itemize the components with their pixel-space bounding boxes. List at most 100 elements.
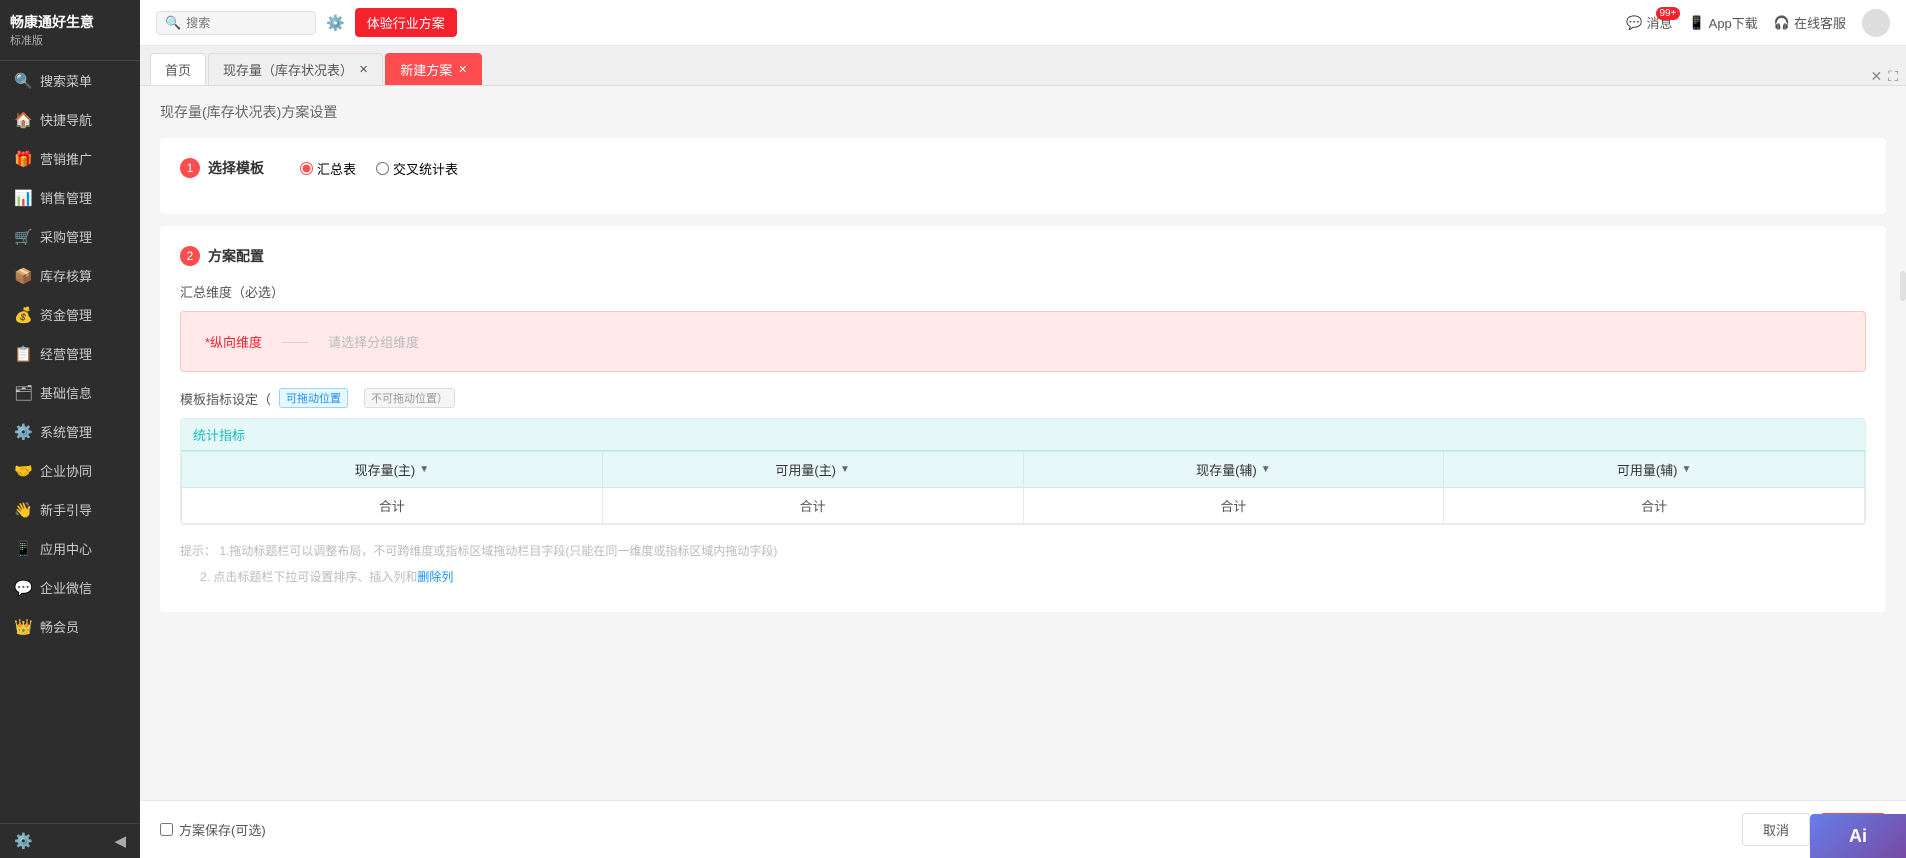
stats-header-row: 现存量(主)▼可用量(主)▼现存量(辅)▼可用量(辅)▼ [182,452,1865,488]
col-header-2[interactable]: 现存量(辅)▼ [1023,452,1444,488]
sidebar-icon-search: 🔍 [14,72,32,90]
inventory-tab-close[interactable]: ✕ [359,63,368,76]
trial-button[interactable]: 体验行业方案 [355,8,457,37]
collapse-icon[interactable]: ◀ [114,832,126,850]
sidebar-icon-system: ⚙️ [14,423,32,441]
tab-new-plan[interactable]: 新建方案 ✕ [385,53,482,85]
sidebar-icon-quick-nav: 🏠 [14,111,32,129]
sidebar-item-search[interactable]: 🔍 搜索菜单 [0,61,140,100]
section-config: 2 方案配置 汇总维度（必选） *纵向维度 —— 请选择分组维度 模板指标设定（… [160,226,1886,612]
tip1: 提示： 1.拖动标题栏可以调整布局，不可跨维度或指标区域拖动栏目字段(只能在同一… [180,541,1866,563]
search-icon: 🔍 [165,15,181,31]
col-header-1[interactable]: 可用量(主)▼ [602,452,1023,488]
tip2: 2. 点击标题栏下拉可设置排序、插入列和删除列 [180,567,1866,589]
indicator-label-text: 模板指标设定（ [180,389,271,408]
resize-handle[interactable] [1900,271,1906,301]
sidebar-label-purchase: 采购管理 [40,227,92,246]
messages-button[interactable]: 💬 消息 99+ [1626,13,1672,32]
tab-expand-icon[interactable]: ⛶ [1888,68,1898,85]
sidebar-logo: 畅康通好生意 标准版 [0,0,140,61]
sidebar-item-purchase[interactable]: 🛒 采购管理 [0,217,140,256]
dimension-row: *纵向维度 —— 请选择分组维度 [205,332,1841,351]
download-icon: 📱 [1688,15,1704,31]
sidebar-label-basic-info: 基础信息 [40,383,92,402]
online-support-link[interactable]: 🎧 在线客服 [1774,13,1846,32]
col-body-0: 合计 [182,488,603,524]
sidebar-item-quick-nav[interactable]: 🏠 快捷导航 [0,100,140,139]
new-plan-tab-close[interactable]: ✕ [458,63,467,76]
online-support-label: 在线客服 [1794,13,1846,32]
aggregate-label: 汇总维度（必选） [180,282,1866,301]
col-label-0: 现存量(主) [355,460,416,479]
tip1-text: 1.拖动标题栏可以调整布局，不可跨维度或指标区域拖动栏目字段(只能在同一维度或指… [219,544,777,558]
sidebar-label-cooperation: 企业协同 [40,461,92,480]
sidebar: 畅康通好生意 标准版 🔍 搜索菜单 🏠 快捷导航 🎁 营销推广 📊 销售管理 🛒… [0,0,140,858]
col-body-3: 合计 [1444,488,1865,524]
sidebar-label-new-guide: 新手引导 [40,500,92,519]
sidebar-item-new-guide[interactable]: 👋 新手引导 [0,490,140,529]
section2-number: 2 [180,246,200,266]
section2-title: 方案配置 [208,246,264,266]
dimension-box: *纵向维度 —— 请选择分组维度 [180,311,1866,372]
main-area: 🔍 ⚙️ 体验行业方案 💬 消息 99+ 📱 App下载 🎧 在线客服 [140,0,1906,858]
settings-icon[interactable]: ⚙️ [14,832,33,850]
sidebar-item-sales[interactable]: 📊 销售管理 [0,178,140,217]
cancel-button[interactable]: 取消 [1742,813,1810,846]
app-download-label: App下载 [1709,13,1758,32]
sidebar-label-wechat: 企业微信 [40,578,92,597]
section-template: 1 选择模板 汇总表 交叉统计表 [160,138,1886,214]
save-checkbox[interactable] [160,823,173,836]
user-avatar[interactable] [1862,9,1890,37]
message-icon: 💬 [1626,15,1642,31]
tab-home[interactable]: 首页 [150,53,206,85]
col-chevron-2[interactable]: ▼ [1261,464,1271,475]
search-box[interactable]: 🔍 [156,11,316,35]
dimension-label: *纵向维度 [205,332,262,351]
app-download-link[interactable]: 📱 App下载 [1688,13,1757,32]
col-chevron-3[interactable]: ▼ [1682,464,1692,475]
app-name: 畅康通好生意 [10,12,130,32]
section1-number: 1 [180,158,200,178]
col-header-3[interactable]: 可用量(辅)▼ [1444,452,1865,488]
sidebar-label-marketing: 营销推广 [40,149,92,168]
section1-title: 选择模板 [208,158,264,178]
sidebar-icon-sales: 📊 [14,189,32,207]
search-input[interactable] [186,16,306,30]
col-chevron-1[interactable]: ▼ [840,464,850,475]
topbar-settings-icon[interactable]: ⚙️ [326,14,345,32]
messages-badge: 99+ [1656,7,1681,20]
ai-float-button[interactable]: Ai [1810,814,1906,858]
sidebar-label-vip: 畅会员 [40,617,79,636]
sidebar-item-finance[interactable]: 💰 资金管理 [0,295,140,334]
sidebar-item-vip[interactable]: 👑 畅会员 [0,607,140,646]
sidebar-item-inventory[interactable]: 📦 库存核算 [0,256,140,295]
radio-cross-input[interactable] [376,162,389,175]
sidebar-icon-inventory: 📦 [14,267,32,285]
delete-col-link[interactable]: 删除列 [417,570,453,584]
radio-cross[interactable]: 交叉统计表 [376,159,458,178]
col-header-0[interactable]: 现存量(主)▼ [182,452,603,488]
bottom-bar: 方案保存(可选) 取消 查询 [140,800,1906,858]
radio-cross-label: 交叉统计表 [393,159,458,178]
col-chevron-0[interactable]: ▼ [419,464,429,475]
tab-close-all-icon[interactable]: ✕ [1870,68,1882,85]
sidebar-icon-management: 📋 [14,345,32,363]
sidebar-item-basic-info[interactable]: 🗂 基础信息 [0,373,140,412]
tab-inventory[interactable]: 现存量（库存状况表） ✕ [208,53,383,85]
top-bar-right: 💬 消息 99+ 📱 App下载 🎧 在线客服 [1626,9,1890,37]
sidebar-item-wechat[interactable]: 💬 企业微信 [0,568,140,607]
section1-header: 1 选择模板 汇总表 交叉统计表 [180,158,1866,178]
col-body-2: 合计 [1023,488,1444,524]
radio-summary[interactable]: 汇总表 [300,159,356,178]
radio-summary-input[interactable] [300,162,313,175]
sidebar-item-app-center[interactable]: 📱 应用中心 [0,529,140,568]
dimension-placeholder[interactable]: 请选择分组维度 [328,332,419,351]
sidebar-icon-wechat: 💬 [14,579,32,597]
sidebar-item-system[interactable]: ⚙️ 系统管理 [0,412,140,451]
sidebar-item-cooperation[interactable]: 🤝 企业协同 [0,451,140,490]
sidebar-icon-new-guide: 👋 [14,501,32,519]
top-bar: 🔍 ⚙️ 体验行业方案 💬 消息 99+ 📱 App下载 🎧 在线客服 [140,0,1906,46]
sidebar-item-management[interactable]: 📋 经营管理 [0,334,140,373]
sidebar-label-system: 系统管理 [40,422,92,441]
sidebar-item-marketing[interactable]: 🎁 营销推广 [0,139,140,178]
